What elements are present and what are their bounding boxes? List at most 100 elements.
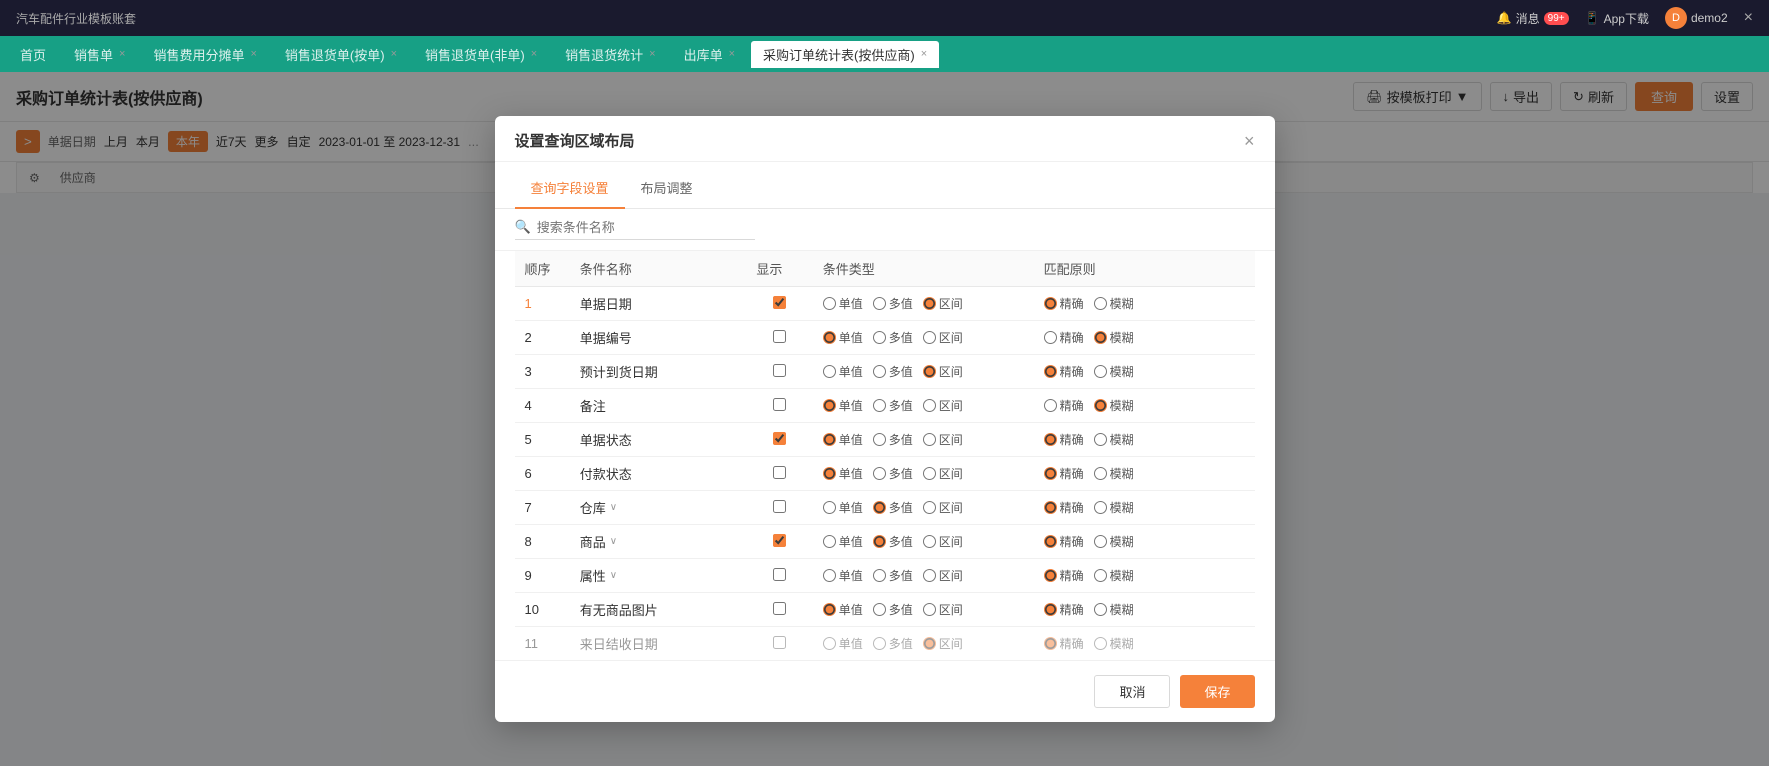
tab-purchase-stats-close[interactable]: × [921,48,927,60]
type-range-radio[interactable] [923,365,936,378]
match-fuzzy-radio[interactable] [1094,535,1107,548]
match-exact-radio[interactable] [1044,501,1057,514]
match-exact-radio[interactable] [1044,569,1057,582]
type-multi-label[interactable]: 多值 [873,397,913,414]
tab-sales-stats[interactable]: 销售退货统计 × [553,41,667,68]
match-exact-label[interactable]: 精确 [1044,329,1084,346]
type-multi-label[interactable]: 多值 [873,363,913,380]
type-single-label[interactable]: 单值 [823,363,863,380]
match-exact-radio[interactable] [1044,365,1057,378]
type-single-label[interactable]: 单值 [823,499,863,516]
dialog-close-button[interactable]: × [1244,132,1255,150]
tab-query-fields[interactable]: 查询字段设置 [515,172,625,209]
type-multi-radio[interactable] [873,569,886,582]
type-multi-label[interactable]: 多值 [873,465,913,482]
match-fuzzy-radio[interactable] [1094,603,1107,616]
type-single-radio[interactable] [823,467,836,480]
cancel-button[interactable]: 取消 [1094,675,1170,708]
type-multi-label[interactable]: 多值 [873,329,913,346]
type-single-label[interactable]: 单值 [823,431,863,448]
tab-sales-order[interactable]: 销售单 × [62,41,137,68]
type-multi-label[interactable]: 多值 [873,533,913,550]
type-single-label[interactable]: 单值 [823,465,863,482]
type-range-radio[interactable] [923,467,936,480]
match-exact-label[interactable]: 精确 [1044,295,1084,312]
match-fuzzy-label[interactable]: 模糊 [1094,465,1134,482]
type-multi-radio[interactable] [873,331,886,344]
type-range-radio[interactable] [923,331,936,344]
type-single-label[interactable]: 单值 [823,567,863,584]
match-fuzzy-radio[interactable] [1094,331,1107,344]
type-range-radio[interactable] [923,637,936,650]
type-range-label[interactable]: 区间 [923,499,963,516]
match-fuzzy-label[interactable]: 模糊 [1094,635,1134,652]
match-exact-radio[interactable] [1044,399,1057,412]
tab-home[interactable]: 首页 [8,41,58,68]
match-exact-label[interactable]: 精确 [1044,567,1084,584]
type-range-label[interactable]: 区间 [923,295,963,312]
top-close-button[interactable]: × [1744,9,1753,27]
match-fuzzy-radio[interactable] [1094,365,1107,378]
match-exact-label[interactable]: 精确 [1044,601,1084,618]
type-multi-label[interactable]: 多值 [873,601,913,618]
type-range-label[interactable]: 区间 [923,465,963,482]
type-multi-radio[interactable] [873,637,886,650]
type-range-label[interactable]: 区间 [923,567,963,584]
type-range-radio[interactable] [923,399,936,412]
match-exact-radio[interactable] [1044,535,1057,548]
type-range-label[interactable]: 区间 [923,363,963,380]
type-range-label[interactable]: 区间 [923,397,963,414]
type-single-label[interactable]: 单值 [823,295,863,312]
match-exact-label[interactable]: 精确 [1044,397,1084,414]
type-single-radio[interactable] [823,365,836,378]
display-checkbox[interactable] [773,636,786,649]
match-exact-radio[interactable] [1044,297,1057,310]
match-fuzzy-label[interactable]: 模糊 [1094,431,1134,448]
match-fuzzy-radio[interactable] [1094,569,1107,582]
match-exact-label[interactable]: 精确 [1044,533,1084,550]
match-fuzzy-radio[interactable] [1094,433,1107,446]
type-single-radio[interactable] [823,501,836,514]
tab-sales-expense[interactable]: 销售费用分摊单 × [141,41,268,68]
type-multi-radio[interactable] [873,467,886,480]
type-single-radio[interactable] [823,331,836,344]
type-single-radio[interactable] [823,569,836,582]
tab-outbound[interactable]: 出库单 × [672,41,747,68]
type-single-label[interactable]: 单值 [823,397,863,414]
type-range-label[interactable]: 区间 [923,329,963,346]
display-checkbox[interactable] [773,432,786,445]
type-range-radio[interactable] [923,569,936,582]
match-exact-radio[interactable] [1044,331,1057,344]
display-checkbox[interactable] [773,364,786,377]
search-conditions-input[interactable] [537,220,737,235]
tab-purchase-stats[interactable]: 采购订单统计表(按供应商) × [751,41,939,68]
type-multi-radio[interactable] [873,365,886,378]
tab-outbound-close[interactable]: × [729,48,735,60]
match-fuzzy-radio[interactable] [1094,297,1107,310]
match-exact-radio[interactable] [1044,637,1057,650]
type-single-label[interactable]: 单值 [823,533,863,550]
type-range-label[interactable]: 区间 [923,533,963,550]
display-checkbox[interactable] [773,500,786,513]
type-single-radio[interactable] [823,535,836,548]
user-menu[interactable]: D demo2 [1665,7,1728,29]
match-fuzzy-radio[interactable] [1094,399,1107,412]
type-single-label[interactable]: 单值 [823,635,863,652]
type-single-radio[interactable] [823,603,836,616]
match-fuzzy-label[interactable]: 模糊 [1094,533,1134,550]
tab-sales-stats-close[interactable]: × [649,48,655,60]
display-checkbox[interactable] [773,398,786,411]
type-single-label[interactable]: 单值 [823,329,863,346]
display-checkbox[interactable] [773,466,786,479]
type-single-radio[interactable] [823,637,836,650]
display-checkbox[interactable] [773,568,786,581]
match-fuzzy-label[interactable]: 模糊 [1094,295,1134,312]
type-range-radio[interactable] [923,535,936,548]
match-exact-label[interactable]: 精确 [1044,499,1084,516]
type-single-radio[interactable] [823,297,836,310]
match-fuzzy-label[interactable]: 模糊 [1094,601,1134,618]
display-checkbox[interactable] [773,330,786,343]
display-checkbox[interactable] [773,296,786,309]
match-fuzzy-label[interactable]: 模糊 [1094,363,1134,380]
app-download-btn[interactable]: 📱 App下载 [1585,10,1649,27]
